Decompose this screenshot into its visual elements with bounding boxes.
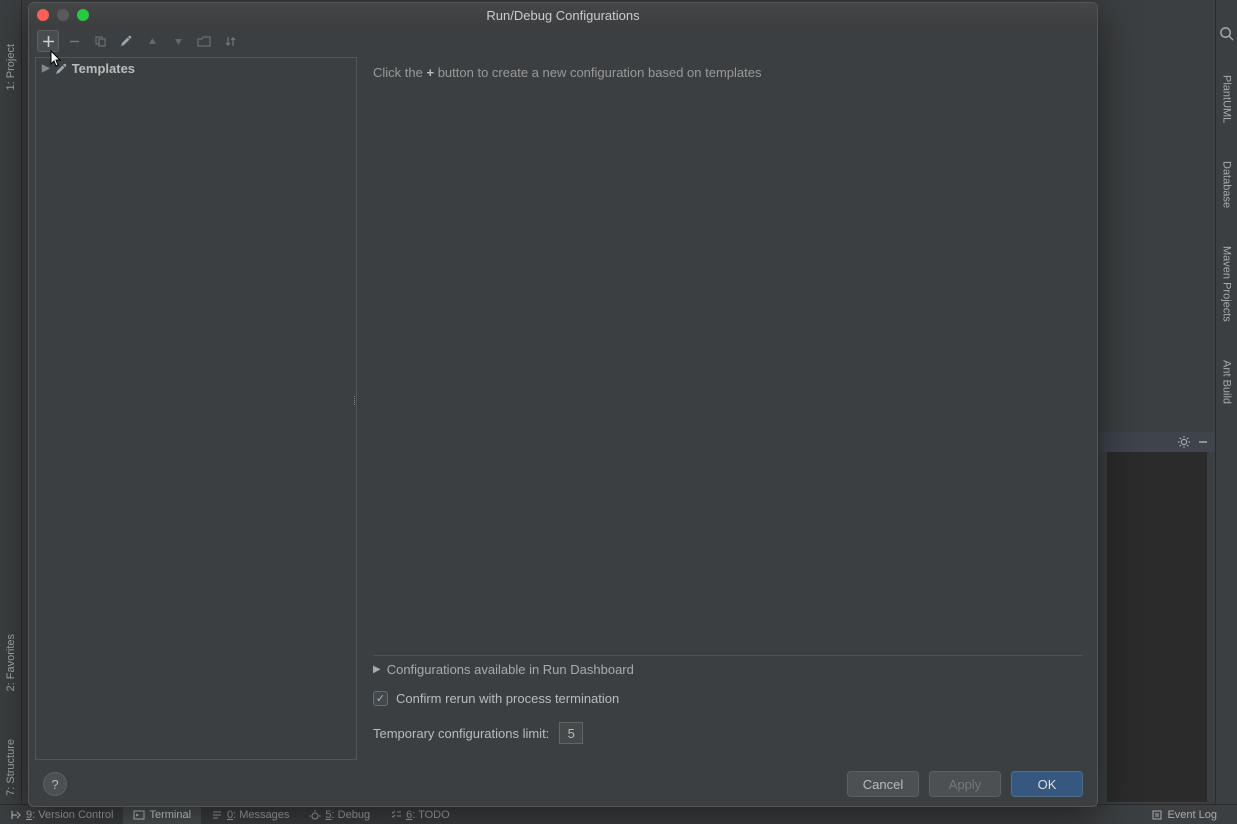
templates-node[interactable]: ▶ Templates <box>36 58 356 79</box>
right-panel-header <box>1100 432 1215 452</box>
sort-button[interactable] <box>219 30 241 52</box>
terminal-tool-button[interactable]: Terminal <box>123 805 201 824</box>
dialog-title: Run/Debug Configurations <box>486 8 639 23</box>
gear-icon[interactable] <box>1177 435 1191 449</box>
configuration-tree[interactable]: ▶ Templates <box>35 57 357 760</box>
structure-tool-button[interactable]: 7: Structure <box>5 735 17 800</box>
event-log-tool-button[interactable]: Event Log <box>1141 805 1227 824</box>
expand-arrow-icon: ▶ <box>373 664 381 675</box>
cancel-button[interactable]: Cancel <box>847 771 919 797</box>
ant-tool-button[interactable]: Ant Build <box>1221 356 1233 408</box>
plantuml-tool-button[interactable]: PlantUML <box>1221 71 1233 127</box>
minimize-window-button <box>57 9 69 21</box>
favorites-tool-button[interactable]: 2: Favorites <box>5 630 17 695</box>
right-panel-body <box>1107 452 1207 802</box>
close-window-button[interactable] <box>37 9 49 21</box>
edit-defaults-button[interactable] <box>115 30 137 52</box>
configuration-detail-pane: Click the + button to create a new confi… <box>359 55 1097 762</box>
confirm-rerun-checkbox-row: ✓ Confirm rerun with process termination <box>373 691 1083 706</box>
apply-button[interactable]: Apply <box>929 771 1001 797</box>
zoom-window-button[interactable] <box>77 9 89 21</box>
right-tool-strip: PlantUML Database Maven Projects Ant Bui… <box>1215 0 1237 808</box>
maven-tool-button[interactable]: Maven Projects <box>1221 242 1233 326</box>
splitter-handle[interactable] <box>354 396 359 410</box>
move-down-button[interactable] <box>167 30 189 52</box>
save-configuration-button[interactable] <box>193 30 215 52</box>
minimize-icon[interactable] <box>1197 436 1209 448</box>
ide-window: 1: Project 2: Favorites 7: Structure Pla… <box>0 0 1237 824</box>
plus-icon-inline: + <box>426 65 434 80</box>
search-icon[interactable] <box>1219 26 1234 41</box>
temp-limit-input[interactable] <box>559 722 583 744</box>
status-bar: 9: Version Control Terminal 0: Messages … <box>0 804 1237 824</box>
debug-tool-button[interactable]: 5: Debug <box>299 805 380 824</box>
wrench-icon <box>54 62 68 76</box>
temp-limit-label: Temporary configurations limit: <box>373 726 549 741</box>
move-up-button[interactable] <box>141 30 163 52</box>
ok-button[interactable]: OK <box>1011 771 1083 797</box>
version-control-tool-button[interactable]: 9: Version Control <box>0 805 123 824</box>
left-tool-strip: 1: Project 2: Favorites 7: Structure <box>0 0 22 808</box>
empty-hint-text: Click the + button to create a new confi… <box>373 65 1083 80</box>
messages-tool-button[interactable]: 0: Messages <box>201 805 299 824</box>
confirm-rerun-checkbox[interactable]: ✓ <box>373 691 388 706</box>
remove-configuration-button[interactable] <box>63 30 85 52</box>
project-tool-button[interactable]: 1: Project <box>5 40 17 94</box>
dialog-footer: ? Cancel Apply OK <box>29 762 1097 806</box>
run-debug-configurations-dialog: Run/Debug Configurations <box>28 2 1098 807</box>
expand-arrow-icon: ▶ <box>42 63 50 74</box>
dialog-body: ▶ Templates Click the + button to create… <box>29 55 1097 762</box>
templates-label: Templates <box>72 61 135 76</box>
traffic-lights <box>37 9 89 21</box>
run-dashboard-expandable[interactable]: ▶ Configurations available in Run Dashbo… <box>373 655 1083 677</box>
copy-configuration-button[interactable] <box>89 30 111 52</box>
temp-limit-row: Temporary configurations limit: <box>373 722 1083 744</box>
todo-tool-button[interactable]: 6: TODO <box>380 805 460 824</box>
dialog-titlebar[interactable]: Run/Debug Configurations <box>29 3 1097 27</box>
dialog-toolbar <box>29 27 1097 55</box>
database-tool-button[interactable]: Database <box>1221 157 1233 212</box>
add-configuration-button[interactable] <box>37 30 59 52</box>
help-button[interactable]: ? <box>43 772 67 796</box>
confirm-rerun-label: Confirm rerun with process termination <box>396 691 619 706</box>
